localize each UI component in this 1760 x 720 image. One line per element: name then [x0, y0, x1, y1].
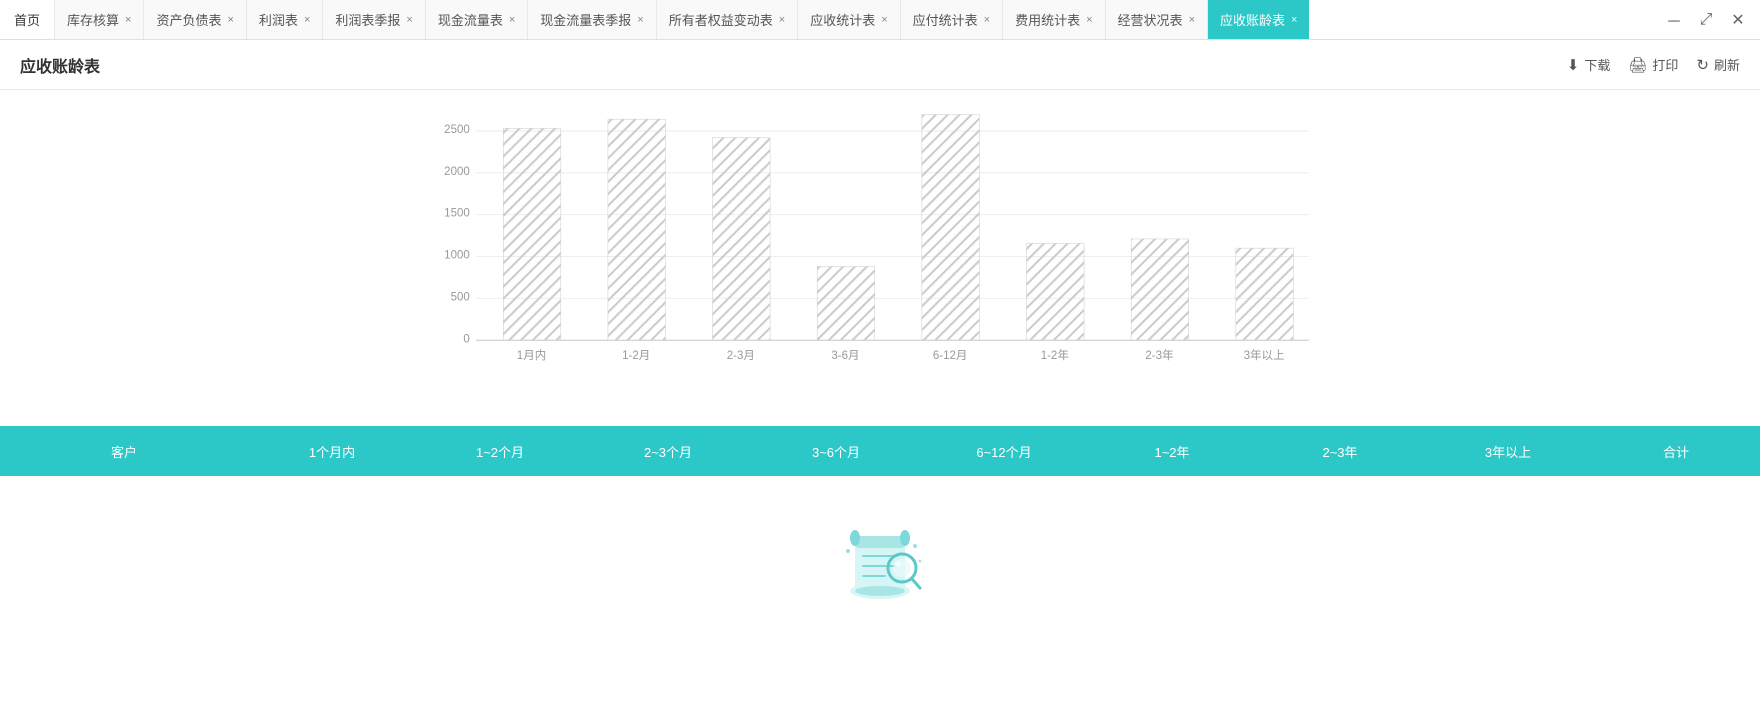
svg-text:1000: 1000: [444, 250, 470, 262]
tab-operations[interactable]: 经营状况表 ×: [1106, 0, 1208, 40]
tab-cashflow-quarterly-label: 现金流量表季报: [540, 10, 631, 29]
tab-ap-stats-label: 应付统计表: [913, 10, 978, 29]
tab-profit-quarterly-label: 利润表季报: [335, 10, 400, 29]
window-minimize-button[interactable]: －: [1660, 6, 1688, 34]
bar-6: [1027, 244, 1085, 341]
tab-expense-stats[interactable]: 费用统计表 ×: [1003, 0, 1105, 40]
chart-section: 2500 2000 1500 1000 500 0: [0, 90, 1760, 426]
tab-profit[interactable]: 利润表 ×: [247, 0, 323, 40]
col-header-6-12m: 6~12个月: [920, 442, 1088, 461]
tab-operations-label: 经营状况表: [1118, 10, 1183, 29]
tab-operations-close[interactable]: ×: [1189, 14, 1195, 26]
svg-text:3年以上: 3年以上: [1244, 348, 1285, 362]
download-label: 下载: [1584, 55, 1610, 74]
refresh-button[interactable]: ↻ 刷新: [1696, 55, 1740, 74]
header-actions: ⬇ 下载 🖨 打印 ↻ 刷新: [1567, 55, 1740, 74]
svg-text:1月内: 1月内: [517, 348, 546, 362]
tab-cashflow[interactable]: 现金流量表 ×: [426, 0, 528, 40]
col-header-customer: 客户: [0, 442, 248, 461]
tab-ar-stats-close[interactable]: ×: [881, 14, 887, 26]
bar-3: [713, 138, 771, 341]
col-header-1-2y: 1~2年: [1088, 442, 1256, 461]
svg-text:2-3月: 2-3月: [727, 350, 755, 362]
page-title: 应收账龄表: [20, 53, 100, 77]
svg-text:1-2月: 1-2月: [622, 350, 650, 362]
download-icon: ⬇: [1567, 56, 1580, 74]
col-header-1m: 1个月内: [248, 442, 416, 461]
tab-balance-sheet-label: 资产负债表: [156, 10, 221, 29]
chart-container: 2500 2000 1500 1000 500 0: [430, 110, 1330, 406]
print-label: 打印: [1652, 55, 1678, 74]
empty-section: [0, 476, 1760, 626]
svg-text:3-6月: 3-6月: [831, 350, 859, 362]
tab-inventory[interactable]: 库存核算 ×: [55, 0, 144, 40]
svg-text:2-3年: 2-3年: [1145, 348, 1173, 362]
tab-expense-stats-label: 费用统计表: [1015, 10, 1080, 29]
tab-expense-stats-close[interactable]: ×: [1086, 14, 1092, 26]
page-header: 应收账龄表 ⬇ 下载 🖨 打印 ↻ 刷新: [0, 40, 1760, 90]
svg-text:6-12月: 6-12月: [933, 350, 968, 362]
tab-cashflow-label: 现金流量表: [438, 10, 503, 29]
tab-ar-aging[interactable]: 应收账龄表 ×: [1208, 0, 1309, 40]
tab-ar-stats-label: 应收统计表: [810, 10, 875, 29]
svg-text:1-2年: 1-2年: [1041, 348, 1069, 362]
svg-text:2500: 2500: [444, 124, 470, 136]
tab-equity-close[interactable]: ×: [779, 14, 785, 26]
tab-cashflow-quarterly[interactable]: 现金流量表季报 ×: [528, 0, 656, 40]
main-content: 2500 2000 1500 1000 500 0: [0, 90, 1760, 720]
bar-5: [922, 115, 980, 341]
svg-text:2000: 2000: [444, 166, 470, 178]
empty-illustration: [830, 516, 930, 606]
bar-2: [608, 119, 666, 340]
tab-ar-stats[interactable]: 应收统计表 ×: [798, 0, 900, 40]
tab-balance-sheet-close[interactable]: ×: [227, 14, 233, 26]
tab-profit-label: 利润表: [259, 10, 298, 29]
bar-1: [503, 128, 561, 340]
tab-profit-quarterly[interactable]: 利润表季报 ×: [323, 0, 425, 40]
tab-profit-close[interactable]: ×: [304, 14, 310, 26]
tab-ap-stats-close[interactable]: ×: [984, 14, 990, 26]
svg-text:1500: 1500: [444, 208, 470, 220]
tab-equity[interactable]: 所有者权益变动表 ×: [657, 0, 798, 40]
tab-profit-quarterly-close[interactable]: ×: [406, 14, 412, 26]
bar-8: [1236, 248, 1294, 340]
tab-home[interactable]: 首页: [0, 0, 55, 40]
col-header-2-3y: 2~3年: [1256, 442, 1424, 461]
empty-icon: [830, 516, 930, 606]
tab-bar: 首页 库存核算 × 资产负债表 × 利润表 × 利润表季报 × 现金流量表 × …: [0, 0, 1760, 40]
tab-inventory-label: 库存核算: [67, 10, 119, 29]
home-tab-label: 首页: [14, 10, 40, 29]
tab-bar-actions: － ⤢ ✕: [1660, 6, 1760, 34]
tab-cashflow-quarterly-close[interactable]: ×: [637, 14, 643, 26]
col-header-total: 合计: [1592, 442, 1760, 461]
tab-ar-aging-close[interactable]: ×: [1291, 14, 1297, 26]
bar-4: [817, 267, 875, 341]
tab-cashflow-close[interactable]: ×: [509, 14, 515, 26]
col-header-3y-plus: 3年以上: [1424, 442, 1592, 461]
bar-chart: 2500 2000 1500 1000 500 0: [430, 110, 1330, 403]
tab-ap-stats[interactable]: 应付统计表 ×: [901, 0, 1003, 40]
col-header-1-2m: 1~2个月: [416, 442, 584, 461]
tab-ar-aging-label: 应收账龄表: [1220, 10, 1285, 29]
tab-equity-label: 所有者权益变动表: [669, 10, 773, 29]
window-maximize-button[interactable]: ⤢: [1692, 6, 1720, 34]
bar-7: [1131, 239, 1189, 340]
svg-text:500: 500: [451, 291, 470, 303]
print-icon: 🖨: [1628, 56, 1647, 74]
col-header-2-3m: 2~3个月: [584, 442, 752, 461]
svg-text:0: 0: [463, 333, 469, 345]
tab-balance-sheet[interactable]: 资产负债表 ×: [144, 0, 246, 40]
tab-inventory-close[interactable]: ×: [125, 14, 131, 26]
download-button[interactable]: ⬇ 下载: [1567, 55, 1611, 74]
col-header-3-6m: 3~6个月: [752, 442, 920, 461]
table-header: 客户 1个月内 1~2个月 2~3个月 3~6个月 6~12个月 1~2年 2~…: [0, 426, 1760, 476]
print-button[interactable]: 🖨 打印: [1628, 55, 1678, 74]
window-close-button[interactable]: ✕: [1724, 6, 1752, 34]
refresh-icon: ↻: [1696, 56, 1709, 74]
refresh-label: 刷新: [1714, 55, 1740, 74]
